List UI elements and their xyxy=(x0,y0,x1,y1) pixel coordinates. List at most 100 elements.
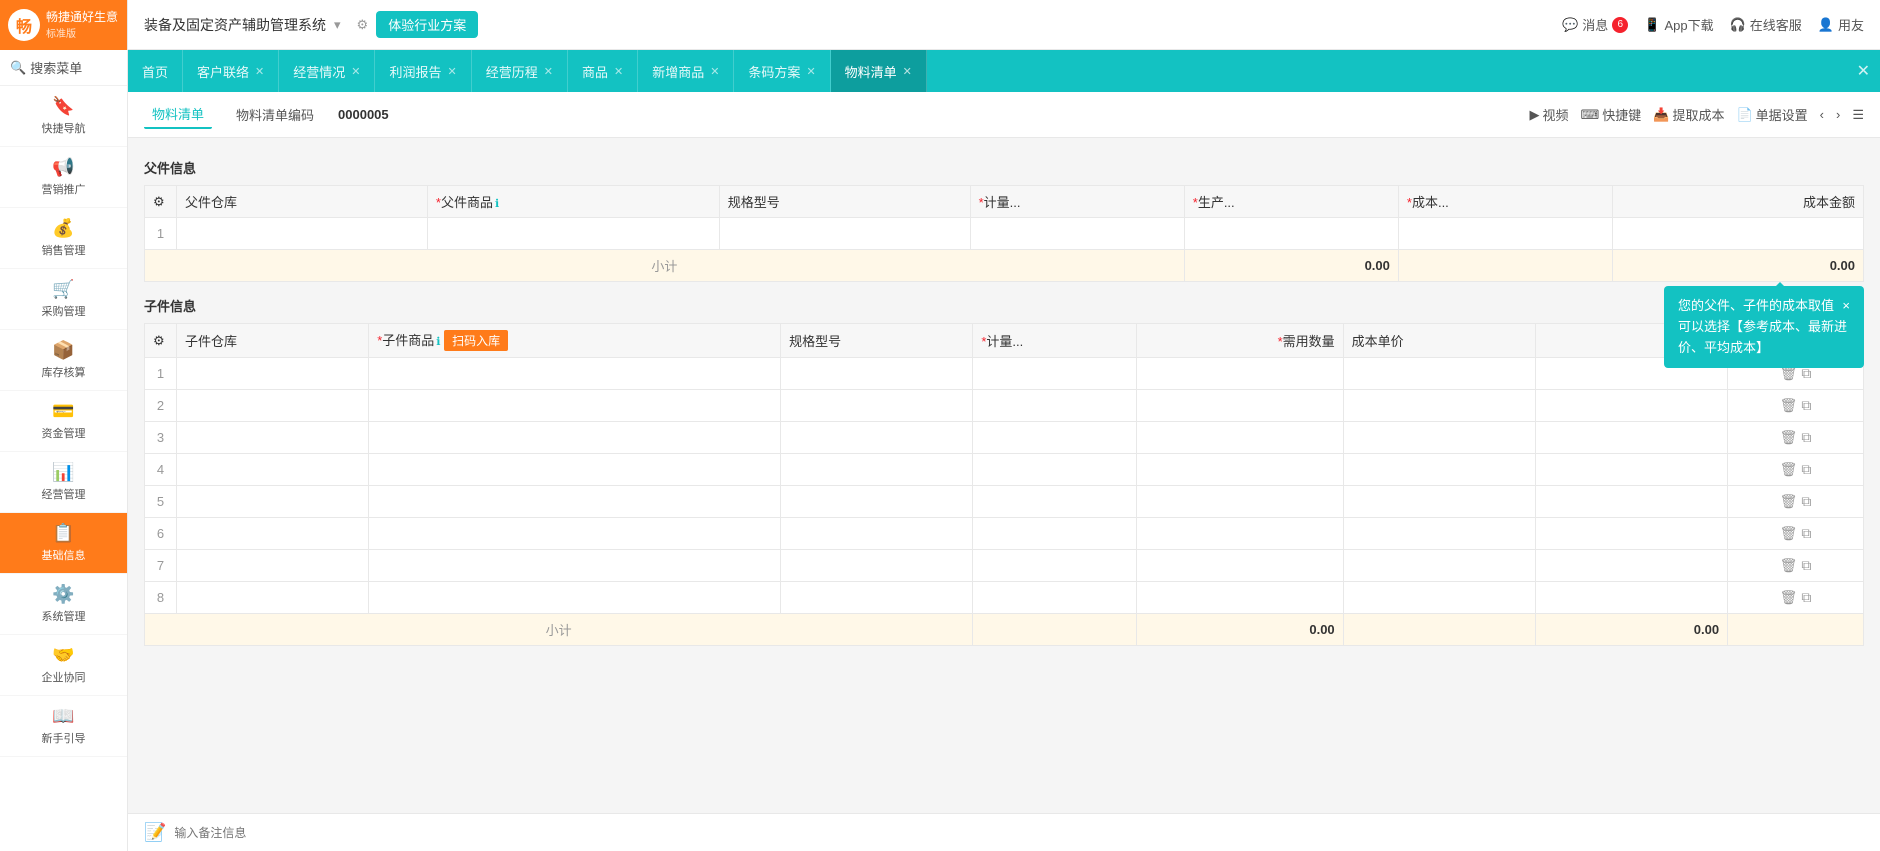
child-cell-amount-6[interactable] xyxy=(1535,518,1727,550)
tab-bom[interactable]: 物料清单 ✕ xyxy=(831,50,927,92)
settings-icon[interactable]: ⚙ xyxy=(357,17,369,33)
copy-icon-2[interactable]: ⧉ xyxy=(1801,397,1811,414)
sidebar-item-sales[interactable]: 💰 销售管理 xyxy=(0,208,127,269)
delete-icon-3[interactable]: 🗑 xyxy=(1780,429,1798,446)
prev-button[interactable]: ‹ xyxy=(1820,107,1824,122)
child-cell-amount-8[interactable] xyxy=(1535,582,1727,614)
parent-cell-spec[interactable] xyxy=(719,218,970,250)
extract-cost-button[interactable]: 📥 提取成本 xyxy=(1653,105,1724,124)
tab-barcode[interactable]: 条码方案 ✕ xyxy=(734,50,830,92)
child-cell-amount-3[interactable] xyxy=(1535,422,1727,454)
parent-cell-warehouse[interactable] xyxy=(177,218,428,250)
scan-button[interactable]: 扫码入库 xyxy=(444,330,508,351)
tab-profit-close[interactable]: ✕ xyxy=(448,65,457,78)
parent-cell-amount[interactable] xyxy=(1613,218,1864,250)
child-cell-unit-5[interactable] xyxy=(973,486,1137,518)
child-cell-unitcost-5[interactable] xyxy=(1343,486,1535,518)
child-cell-unitcost-4[interactable] xyxy=(1343,454,1535,486)
tab-history-close[interactable]: ✕ xyxy=(544,65,553,78)
message-button[interactable]: 💬 消息 6 xyxy=(1562,15,1628,34)
child-cell-amount-5[interactable] xyxy=(1535,486,1727,518)
child-cell-unit-4[interactable] xyxy=(973,454,1137,486)
delete-icon-7[interactable]: 🗑 xyxy=(1780,557,1798,574)
child-cell-spec-1[interactable] xyxy=(781,358,973,390)
child-cell-product-6[interactable] xyxy=(369,518,781,550)
child-cell-qty-7[interactable] xyxy=(1137,550,1343,582)
parent-col-settings[interactable]: ⚙ xyxy=(145,186,177,218)
child-cell-qty-1[interactable] xyxy=(1137,358,1343,390)
child-cell-unitcost-8[interactable] xyxy=(1343,582,1535,614)
tab-customer-close[interactable]: ✕ xyxy=(255,65,264,78)
tab-newproduct[interactable]: 新增商品 ✕ xyxy=(638,50,734,92)
copy-icon-3[interactable]: ⧉ xyxy=(1801,429,1811,446)
child-cell-spec-7[interactable] xyxy=(781,550,973,582)
child-cell-qty-3[interactable] xyxy=(1137,422,1343,454)
delete-icon-8[interactable]: 🗑 xyxy=(1780,589,1798,606)
sidebar-item-quicknav[interactable]: 🔖 快捷导航 xyxy=(0,86,127,147)
sidebar-item-inventory[interactable]: 📦 库存核算 xyxy=(0,330,127,391)
child-cell-product-1[interactable] xyxy=(369,358,781,390)
child-cell-unitcost-1[interactable] xyxy=(1343,358,1535,390)
copy-icon-7[interactable]: ⧉ xyxy=(1801,557,1811,574)
child-cell-qty-8[interactable] xyxy=(1137,582,1343,614)
child-cell-qty-2[interactable] xyxy=(1137,390,1343,422)
child-cell-product-2[interactable] xyxy=(369,390,781,422)
parent-cell-cost[interactable] xyxy=(1398,218,1612,250)
child-cell-warehouse-6[interactable] xyxy=(177,518,369,550)
child-cell-amount-4[interactable] xyxy=(1535,454,1727,486)
tab-product-close[interactable]: ✕ xyxy=(614,65,623,78)
child-cell-qty-6[interactable] xyxy=(1137,518,1343,550)
child-cell-spec-3[interactable] xyxy=(781,422,973,454)
grid-view-button[interactable]: ☰ xyxy=(1852,107,1864,123)
delete-icon-5[interactable]: 🗑 xyxy=(1780,493,1798,510)
child-cell-warehouse-7[interactable] xyxy=(177,550,369,582)
child-cell-warehouse-4[interactable] xyxy=(177,454,369,486)
tab-product[interactable]: 商品 ✕ xyxy=(568,50,638,92)
copy-icon-4[interactable]: ⧉ xyxy=(1801,461,1811,478)
child-cell-unitcost-6[interactable] xyxy=(1343,518,1535,550)
child-cell-product-7[interactable] xyxy=(369,550,781,582)
sidebar-item-finance[interactable]: 💳 资金管理 xyxy=(0,391,127,452)
child-cell-spec-6[interactable] xyxy=(781,518,973,550)
tab-barcode-close[interactable]: ✕ xyxy=(806,65,815,78)
child-cell-unitcost-2[interactable] xyxy=(1343,390,1535,422)
shortcut-button[interactable]: ⌨ 快捷键 xyxy=(1580,105,1641,124)
trial-button[interactable]: 体验行业方案 xyxy=(376,11,478,38)
parent-cell-produce[interactable] xyxy=(1184,218,1398,250)
sidebar-item-system[interactable]: ⚙️ 系统管理 xyxy=(0,574,127,635)
sidebar-item-guide[interactable]: 📖 新手引导 xyxy=(0,696,127,757)
copy-icon-6[interactable]: ⧉ xyxy=(1801,525,1811,542)
sidebar-item-collab[interactable]: 🤝 企业协同 xyxy=(0,635,127,696)
sub-nav-bom-list[interactable]: 物料清单 xyxy=(144,100,212,129)
online-service-button[interactable]: 🎧 在线客服 xyxy=(1730,15,1802,34)
sidebar-item-marketing[interactable]: 📢 营销推广 xyxy=(0,147,127,208)
tab-operations-close[interactable]: ✕ xyxy=(351,65,360,78)
child-cell-warehouse-5[interactable] xyxy=(177,486,369,518)
child-cell-qty-4[interactable] xyxy=(1137,454,1343,486)
sidebar-item-purchase[interactable]: 🛒 采购管理 xyxy=(0,269,127,330)
child-cell-warehouse-2[interactable] xyxy=(177,390,369,422)
child-cell-unit-8[interactable] xyxy=(973,582,1137,614)
copy-icon-8[interactable]: ⧉ xyxy=(1801,589,1811,606)
child-cell-product-5[interactable] xyxy=(369,486,781,518)
child-cell-product-3[interactable] xyxy=(369,422,781,454)
dropdown-icon[interactable]: ▾ xyxy=(334,17,341,33)
child-cell-warehouse-3[interactable] xyxy=(177,422,369,454)
delete-icon-6[interactable]: 🗑 xyxy=(1780,525,1798,542)
child-cell-spec-5[interactable] xyxy=(781,486,973,518)
view-button[interactable]: ▶ 视频 xyxy=(1529,105,1568,124)
delete-icon-2[interactable]: 🗑 xyxy=(1780,397,1798,414)
child-cell-spec-4[interactable] xyxy=(781,454,973,486)
single-settings-button[interactable]: 📄 单据设置 xyxy=(1736,105,1807,124)
delete-icon-4[interactable]: 🗑 xyxy=(1780,461,1798,478)
child-cell-spec-2[interactable] xyxy=(781,390,973,422)
child-cell-unit-6[interactable] xyxy=(973,518,1137,550)
sidebar-item-basicinfo[interactable]: 📋 基础信息 xyxy=(0,513,127,574)
child-cell-unitcost-7[interactable] xyxy=(1343,550,1535,582)
tab-customer[interactable]: 客户联络 ✕ xyxy=(183,50,279,92)
tab-profit[interactable]: 利润报告 ✕ xyxy=(375,50,471,92)
close-all-tabs[interactable]: ✕ xyxy=(1847,61,1880,81)
tab-newproduct-close[interactable]: ✕ xyxy=(710,65,719,78)
copy-icon-5[interactable]: ⧉ xyxy=(1801,493,1811,510)
child-cell-warehouse-8[interactable] xyxy=(177,582,369,614)
